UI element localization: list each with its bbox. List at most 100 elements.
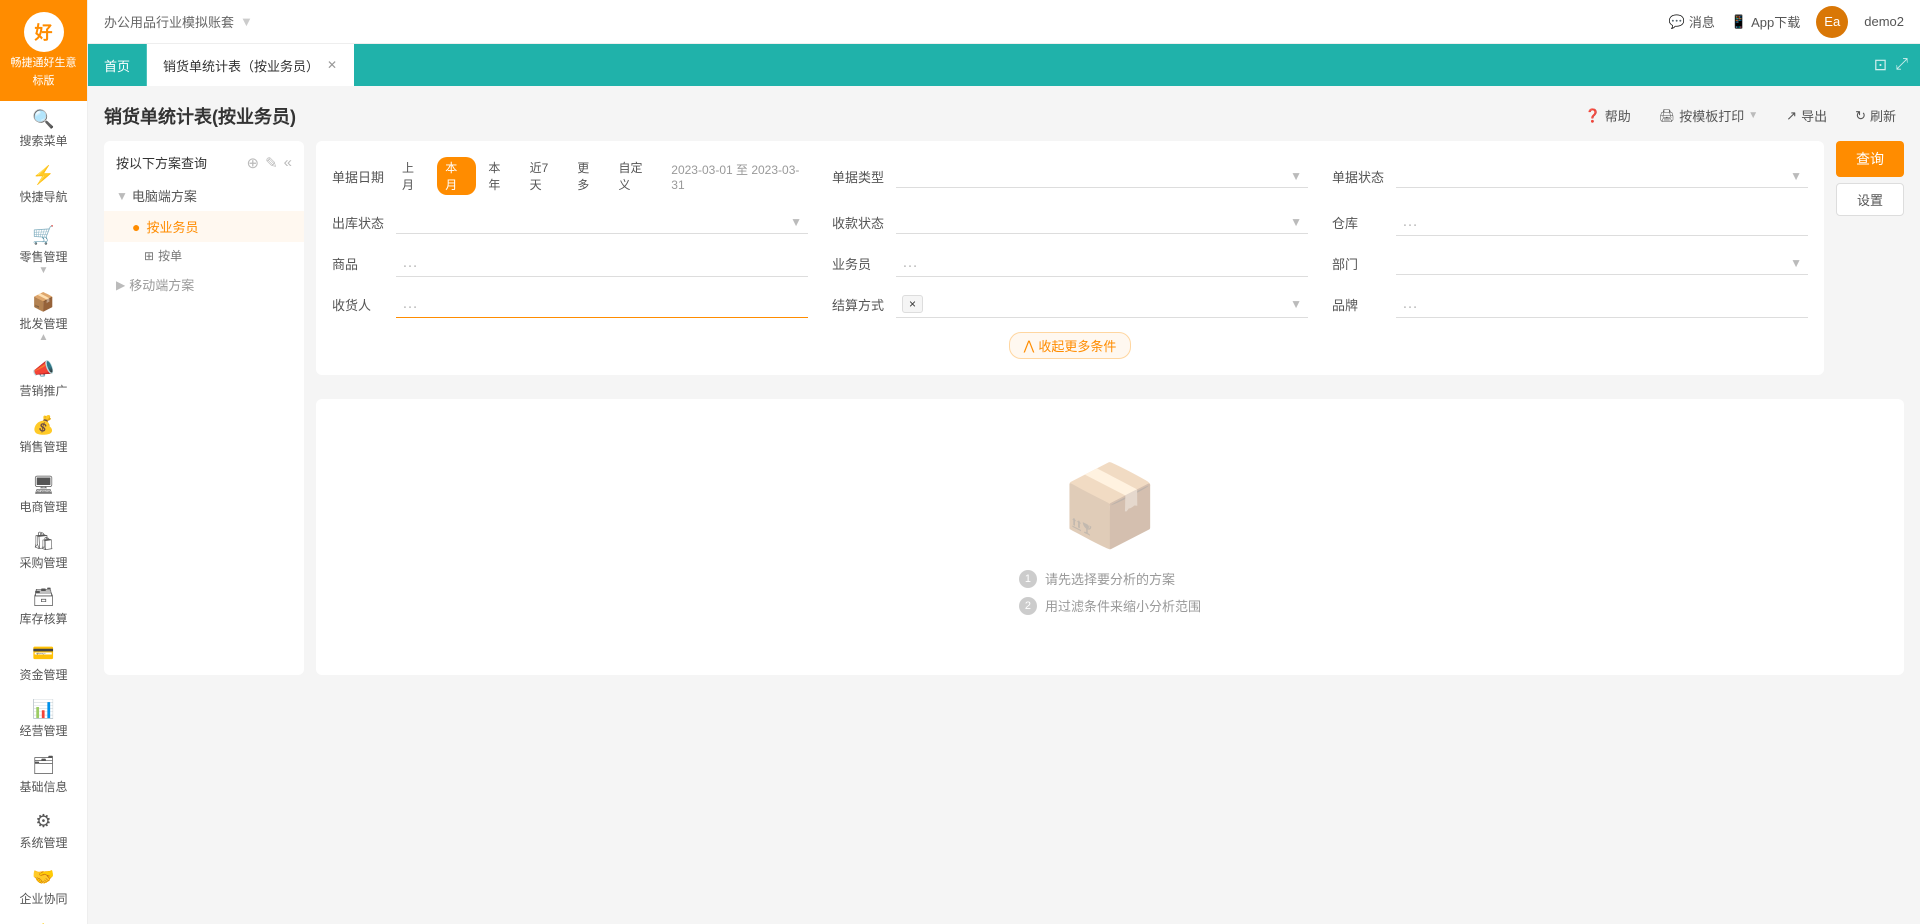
scheme-subitem-order[interactable]: ⊞ 按单 xyxy=(104,242,304,269)
doctype-select[interactable]: ▼ xyxy=(896,165,1308,188)
tab-home[interactable]: 首页 xyxy=(88,44,147,86)
sidebar-item-finance[interactable]: 💳 资金管理 xyxy=(0,635,87,691)
appdownload-label: App下载 xyxy=(1751,12,1800,31)
filter-field-consignee: 收货人 … xyxy=(332,291,808,318)
right-content: 单据日期 上月 本月 本年 近7天 更多 自定义 2023-03-01 至 20… xyxy=(316,141,1904,675)
sidebar-marketing-label: 营销推广 xyxy=(19,382,67,399)
sidebar-item-retail[interactable]: 🛒 零售管理 ▼ xyxy=(0,217,87,284)
sidebar-item-cooperation[interactable]: 🤝 企业协同 xyxy=(0,859,87,915)
sidebar-item-basic[interactable]: 🗂 基础信息 xyxy=(0,747,87,803)
retail-icon: 🛒 xyxy=(32,225,54,246)
sidebar-item-purchase[interactable]: 🛍 采购管理 xyxy=(0,523,87,579)
filter-field-settlement: 结算方式 × ▼ xyxy=(832,291,1308,318)
sidebar-item-wholesale[interactable]: 📦 批发管理 ▲ xyxy=(0,284,87,351)
cooperation-icon: 🤝 xyxy=(32,867,54,888)
sidebar-item-inventory[interactable]: 🗃 库存核算 xyxy=(0,579,87,635)
doctype-chevron: ▼ xyxy=(1290,169,1302,183)
tab-maximize-icon[interactable]: ⤢ xyxy=(1895,56,1908,74)
date-btn-thisyear[interactable]: 本年 xyxy=(482,157,517,195)
scheme-header-actions: ⊕ ✎ « xyxy=(247,154,293,172)
brand-dots: … xyxy=(1402,295,1418,313)
date-btn-more[interactable]: 更多 xyxy=(571,157,606,195)
sidebar-item-quicknav[interactable]: ⚡ 快捷导航 xyxy=(0,157,87,213)
date-btn-7days[interactable]: 近7天 xyxy=(524,157,566,195)
date-btn-lastmonth[interactable]: 上月 xyxy=(396,157,431,195)
query-button[interactable]: 查询 xyxy=(1836,141,1904,177)
sidebar-item-search[interactable]: 🔍 搜索菜单 xyxy=(0,101,87,157)
scheme-add-icon[interactable]: ⊕ xyxy=(247,154,260,172)
collapse-button[interactable]: ⋀ 收起更多条件 xyxy=(1009,332,1132,359)
goods-input[interactable]: … xyxy=(396,250,808,277)
sidebar-item-operations[interactable]: 📊 经营管理 xyxy=(0,691,87,747)
ecommerce-icon: 🖥 xyxy=(32,475,55,496)
sidebar-logo: 好 畅捷通好生意 标版 xyxy=(0,0,87,101)
sidebar-item-newuser[interactable]: 🌟 新手引导 xyxy=(0,915,87,924)
tab-restore-icon[interactable]: ⊡ xyxy=(1874,55,1887,75)
print-button[interactable]: 🖨 按模板打印 ▼ xyxy=(1651,102,1766,129)
print-label: 按模板打印 xyxy=(1679,106,1744,125)
breadcrumb: 办公用品行业模拟账套 ▼ xyxy=(104,12,1669,31)
settings-button[interactable]: 设置 xyxy=(1836,183,1904,216)
sidebar-cooperation-label: 企业协同 xyxy=(19,890,67,907)
tab-close-icon[interactable]: ✕ xyxy=(327,58,337,72)
docstatus-select[interactable]: ▼ xyxy=(1396,165,1808,188)
receiptstatus-label: 收款状态 xyxy=(832,213,888,232)
settlement-label: 结算方式 xyxy=(832,295,888,314)
filter-field-doctype: 单据类型 ▼ xyxy=(832,165,1308,188)
sidebar-sales-label: 销售管理 xyxy=(19,438,67,455)
mobile-group-label: 移动端方案 xyxy=(129,275,194,294)
consignee-input[interactable]: … xyxy=(396,291,808,318)
filter-field-dept: 部门 ▼ xyxy=(1332,252,1808,275)
refresh-button[interactable]: ↻ 刷新 xyxy=(1847,102,1904,129)
operations-icon: 📊 xyxy=(32,699,54,720)
empty-tips: 1 请先选择要分析的方案 2 用过滤条件来缩小分析范围 xyxy=(1019,569,1201,615)
receiptstatus-select[interactable]: ▼ xyxy=(896,211,1308,234)
scheme-collapse-icon[interactable]: « xyxy=(284,154,292,172)
sidebar-item-system[interactable]: ⚙ 系统管理 xyxy=(0,803,87,859)
filter-query-area: 单据日期 上月 本月 本年 近7天 更多 自定义 2023-03-01 至 20… xyxy=(316,141,1904,387)
brand-input[interactable]: … xyxy=(1396,291,1808,318)
sidebar-purchase-label: 采购管理 xyxy=(19,554,67,571)
refresh-label: 刷新 xyxy=(1870,106,1896,125)
warehouse-input[interactable]: … xyxy=(1396,209,1808,236)
scheme-edit-icon[interactable]: ✎ xyxy=(265,154,278,172)
tip-text-1: 请先选择要分析的方案 xyxy=(1045,569,1175,588)
salesperson-input[interactable]: … xyxy=(896,250,1308,277)
filter-row-3: 商品 … 业务员 … xyxy=(332,250,1808,277)
tab-sales-report[interactable]: 销货单统计表（按业务员） ✕ xyxy=(147,44,354,86)
salesperson-dots: … xyxy=(902,254,918,272)
topbar-right: 💬 消息 📱 App下载 Ea demo2 xyxy=(1669,6,1904,38)
scheme-item-salesperson[interactable]: ● 按业务员 xyxy=(104,211,304,242)
topbar: 办公用品行业模拟账套 ▼ 💬 消息 📱 App下载 Ea demo2 xyxy=(88,0,1920,44)
appdownload-icon: 📱 xyxy=(1731,14,1747,30)
filter-field-outstatus: 出库状态 ▼ xyxy=(332,211,808,234)
appdownload-button[interactable]: 📱 App下载 xyxy=(1731,12,1800,31)
page-title: 销货单统计表(按业务员) xyxy=(104,103,1577,129)
scheme-group-header-desktop[interactable]: ▼ 电脑端方案 xyxy=(104,180,304,211)
sidebar-item-sales[interactable]: 💰 销售管理 xyxy=(0,407,87,463)
layout-body: 按以下方案查询 ⊕ ✎ « ▼ 电脑端方案 ● 按业务员 xyxy=(104,141,1904,675)
outstatus-select[interactable]: ▼ xyxy=(396,211,808,234)
sidebar-item-ecommerce[interactable]: 🖥 电商管理 xyxy=(0,467,87,523)
filter-field-receiptstatus: 收款状态 ▼ xyxy=(832,211,1308,234)
purchase-icon: 🛍 xyxy=(32,531,55,552)
settlement-select[interactable]: × ▼ xyxy=(896,291,1308,318)
help-button[interactable]: ❓ 帮助 xyxy=(1577,102,1639,129)
settlement-tag: × xyxy=(902,295,923,313)
scheme-group-header-mobile[interactable]: ▶ 移动端方案 xyxy=(104,269,304,300)
scheme-header: 按以下方案查询 ⊕ ✎ « xyxy=(104,153,304,180)
message-button[interactable]: 💬 消息 xyxy=(1669,12,1715,31)
tip-num-2: 2 xyxy=(1019,597,1037,615)
sidebar-item-marketing[interactable]: 📣 营销推广 xyxy=(0,351,87,407)
tab-sales-report-label: 销货单统计表（按业务员） xyxy=(163,56,319,75)
date-label: 单据日期 xyxy=(332,167,388,186)
dept-select[interactable]: ▼ xyxy=(1396,252,1808,275)
consignee-dots: … xyxy=(402,295,418,313)
date-btn-thismonth[interactable]: 本月 xyxy=(437,157,476,195)
sidebar: 好 畅捷通好生意 标版 🔍 搜索菜单 ⚡ 快捷导航 🛒 零售管理 ▼ 📦 批发管… xyxy=(0,0,88,924)
date-btn-custom[interactable]: 自定义 xyxy=(612,157,659,195)
export-button[interactable]: ↗ 导出 xyxy=(1778,102,1835,129)
user-avatar[interactable]: Ea xyxy=(1816,6,1848,38)
content-area: 销货单统计表(按业务员) ❓ 帮助 🖨 按模板打印 ▼ ↗ 导出 ↻ 刷新 xyxy=(88,86,1920,924)
user-name[interactable]: demo2 xyxy=(1864,14,1904,29)
